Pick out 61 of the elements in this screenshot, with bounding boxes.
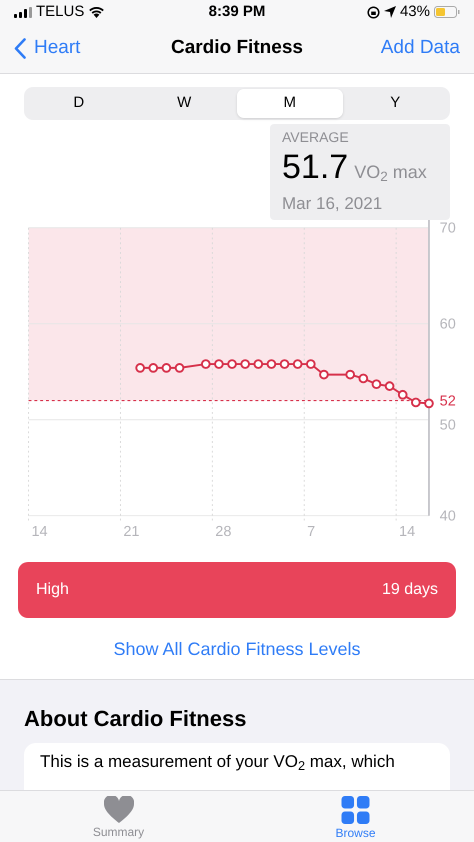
average-value: 51.7: [282, 148, 348, 186]
status-time: 8:39 PM: [208, 2, 266, 22]
data-point: [280, 358, 290, 368]
data-point: [345, 369, 356, 379]
wifi-icon: [88, 6, 106, 18]
x-axis-label: 14: [31, 524, 48, 538]
rotation-lock-icon: [366, 6, 380, 18]
average-date: Mar 16, 2021: [282, 193, 384, 215]
average-unit: VO$_{2}$ max: [354, 161, 427, 186]
data-point: [174, 362, 184, 372]
data-point: [227, 358, 237, 368]
page-title: Cardio Fitness: [171, 36, 303, 60]
period-tab[interactable]: D: [26, 89, 132, 118]
x-axis-label: 21: [123, 524, 140, 538]
data-point: [292, 358, 303, 368]
location-arrow-icon: [384, 6, 396, 18]
data-point: [398, 389, 408, 400]
section-title: About Cardio Fitness: [24, 704, 248, 732]
data-point: [135, 362, 145, 372]
data-point: [266, 358, 276, 368]
y-axis-label: 40: [440, 508, 456, 524]
threshold-label: 52: [440, 392, 456, 409]
data-point: [358, 373, 368, 383]
data-point: [253, 358, 264, 368]
level-bar[interactable]: High 19 days: [18, 562, 456, 618]
period-tab[interactable]: M: [237, 89, 342, 118]
data-point: [162, 362, 172, 372]
chevron-left-icon: [14, 38, 26, 59]
data-point: [200, 358, 211, 368]
data-point: [240, 358, 250, 368]
show-levels-link[interactable]: Show All Cardio Fitness Levels: [113, 636, 361, 662]
level-duration: 19 days: [382, 580, 438, 600]
about-text: This is a measurement of your VO$_{2}$ max, which: [40, 752, 395, 770]
data-point: [214, 358, 224, 368]
back-button[interactable]: Heart: [14, 34, 134, 63]
grid-icon: [341, 796, 370, 824]
tab-bar-item[interactable]: Browse: [237, 791, 474, 842]
data-point: [424, 398, 434, 408]
x-axis-label: 7: [307, 524, 316, 538]
data-point: [306, 358, 316, 368]
carrier-name: TELUS: [36, 2, 84, 22]
level-label: High: [36, 580, 69, 600]
add-data-button[interactable]: Add Data: [340, 34, 460, 63]
data-point: [410, 397, 421, 407]
tab-bar-item[interactable]: Summary: [0, 791, 237, 842]
data-point: [148, 362, 158, 372]
x-axis-label: 14: [399, 524, 416, 538]
period-tab[interactable]: Y: [342, 89, 448, 118]
battery-icon: [434, 6, 460, 18]
y-axis-label: 70: [440, 220, 456, 236]
data-point: [372, 378, 382, 389]
x-axis-label: 28: [215, 524, 232, 538]
battery-percent: 43%: [400, 2, 430, 22]
average-label: AVERAGE: [282, 128, 350, 147]
y-axis-label: 60: [440, 316, 456, 332]
y-axis-label: 50: [440, 416, 456, 433]
signal-icon: [14, 6, 32, 18]
data-point: [384, 380, 394, 390]
heart-icon: [104, 796, 134, 823]
data-point: [319, 369, 329, 379]
period-tab[interactable]: W: [132, 89, 237, 118]
